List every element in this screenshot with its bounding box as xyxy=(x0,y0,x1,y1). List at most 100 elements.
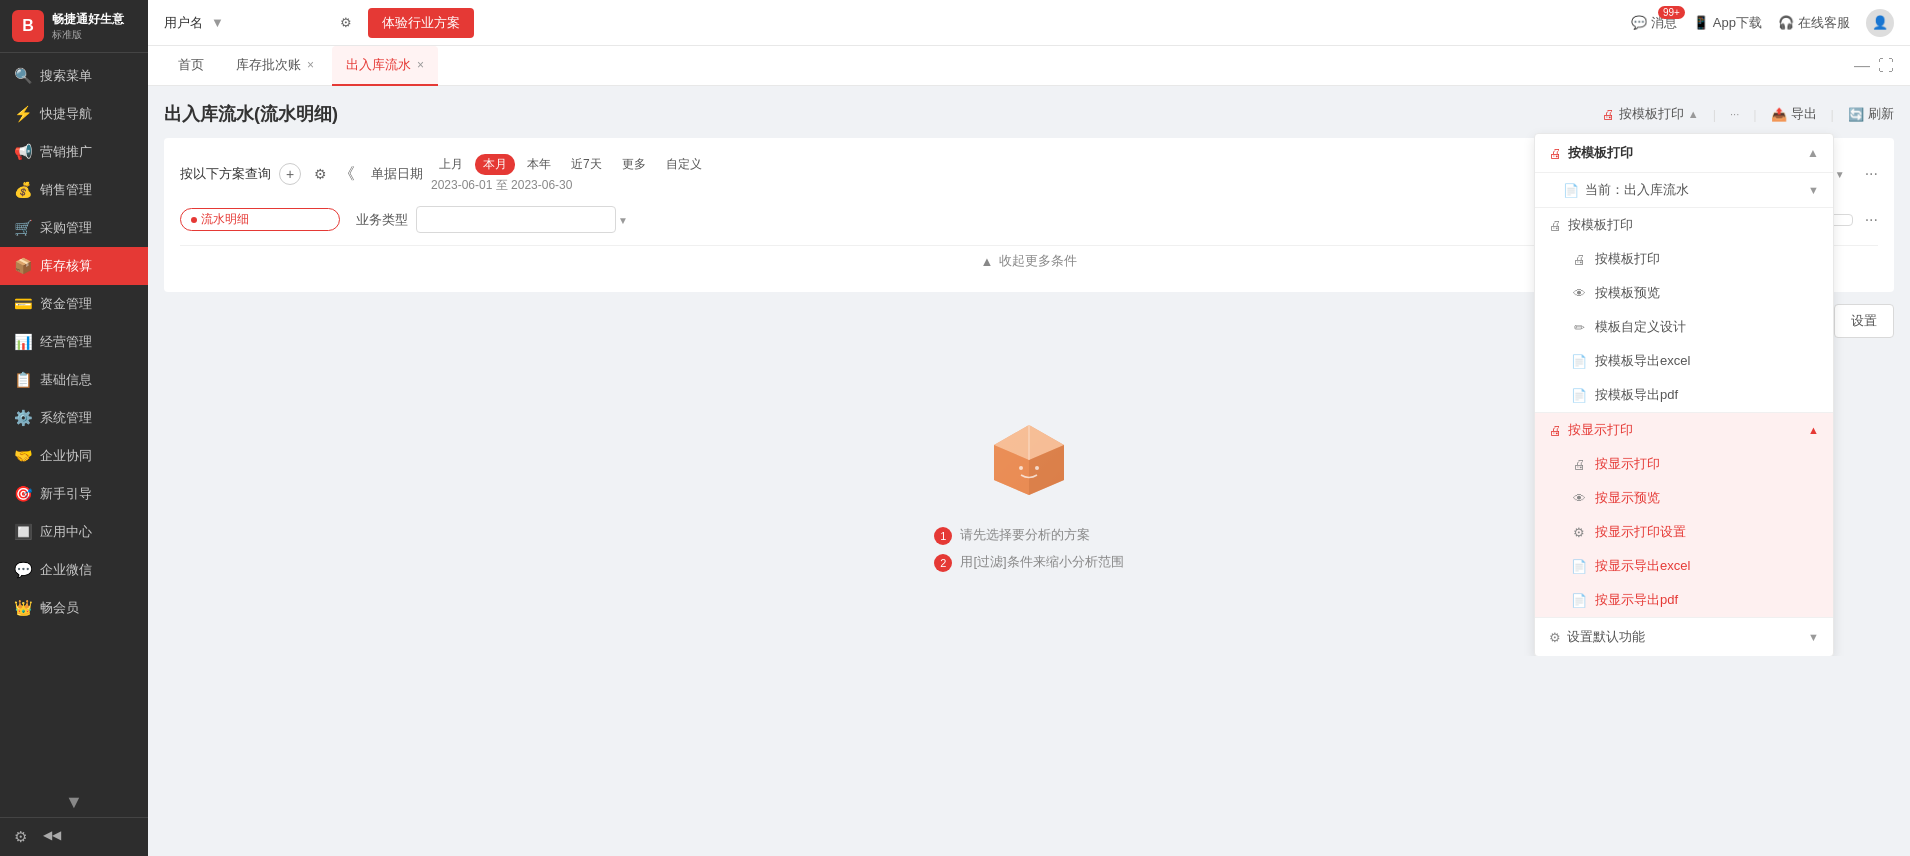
template-print-section-icon: 🖨 xyxy=(1549,218,1562,233)
template-print-item-4-icon: 📄 xyxy=(1571,387,1587,403)
export-btn[interactable]: 📤 导出 xyxy=(1771,105,1817,123)
print-dropdown-title: 🖨 按模板打印 xyxy=(1549,144,1633,162)
tab-batch-account[interactable]: 库存批次账 × xyxy=(222,46,328,86)
date-opt-7days[interactable]: 近7天 xyxy=(563,154,610,175)
print-dropdown-title-text: 按模板打印 xyxy=(1568,144,1633,162)
date-opt-last-month[interactable]: 上月 xyxy=(431,154,471,175)
sidebar-scroll-down-icon[interactable]: ▼ xyxy=(65,792,83,813)
date-opt-custom[interactable]: 自定义 xyxy=(658,154,710,175)
tab-bar: 首页 库存批次账 × 出入库流水 × — ⛶ xyxy=(148,46,1910,86)
tab-flow[interactable]: 出入库流水 × xyxy=(332,46,438,86)
settings-button[interactable]: 设置 xyxy=(1834,304,1894,338)
message-btn[interactable]: 💬 消息 99+ xyxy=(1631,14,1677,32)
svg-point-5 xyxy=(1019,466,1023,470)
flow-detail-tag[interactable]: 流水明细 xyxy=(180,208,340,231)
settings-icon[interactable]: ⚙ xyxy=(14,828,27,846)
filter-config-btn[interactable]: ⚙ xyxy=(309,163,331,185)
sidebar-item-apps[interactable]: 🔲 应用中心 xyxy=(0,513,148,551)
date-opt-this-year[interactable]: 本年 xyxy=(519,154,559,175)
sidebar-item-basic[interactable]: 📋 基础信息 xyxy=(0,361,148,399)
refresh-icon: 🔄 xyxy=(1848,107,1864,122)
display-print-item-1[interactable]: 👁 按显示预览 xyxy=(1535,481,1833,515)
refresh-btn[interactable]: 🔄 刷新 xyxy=(1848,105,1894,123)
set-default-label[interactable]: 设置默认功能 xyxy=(1567,628,1645,646)
template-print-item-4[interactable]: 📄 按模板导出pdf xyxy=(1535,378,1833,412)
sidebar-item-newbie[interactable]: 🎯 新手引导 xyxy=(0,475,148,513)
customer-service-label: 在线客服 xyxy=(1798,14,1850,32)
template-print-item-4-label: 按模板导出pdf xyxy=(1595,386,1678,404)
template-print-item-1[interactable]: 👁 按模板预览 xyxy=(1535,276,1833,310)
print-dropdown-icon: 🖨 xyxy=(1549,146,1562,161)
template-print-section-label: 按模板打印 xyxy=(1568,216,1633,234)
filter-add-btn[interactable]: + xyxy=(279,163,301,185)
print-dropdown-header: 🖨 按模板打印 ▲ xyxy=(1535,134,1833,173)
sidebar-item-operations[interactable]: 📊 经营管理 xyxy=(0,323,148,361)
app-header: 用户名 ▼ ⚙ 体验行业方案 💬 消息 99+ 📱 App下载 🎧 xyxy=(148,0,1910,46)
print-dropdown-arrow[interactable]: ▲ xyxy=(1688,108,1699,120)
template-print-item-2-label: 模板自定义设计 xyxy=(1595,318,1686,336)
template-print-item-0[interactable]: 🖨 按模板打印 xyxy=(1535,242,1833,276)
display-print-collapse-icon[interactable]: ▲ xyxy=(1808,424,1819,436)
template-print-item-3[interactable]: 📄 按模板导出excel xyxy=(1535,344,1833,378)
sep1: | xyxy=(1713,107,1716,122)
date-options-group: 上月 本月 本年 近7天 更多 自定义 2023-06-01 至 2023-06… xyxy=(431,154,710,194)
sidebar-item-purchase[interactable]: 🛒 采购管理 xyxy=(0,209,148,247)
bill-type-more-icon[interactable]: ··· xyxy=(1865,165,1878,183)
sidebar-label-inventory: 库存核算 xyxy=(40,257,92,275)
date-opt-more[interactable]: 更多 xyxy=(614,154,654,175)
date-opt-this-month[interactable]: 本月 xyxy=(475,154,515,175)
display-print-item-2[interactable]: ⚙ 按显示打印设置 xyxy=(1535,515,1833,549)
sidebar-item-vip[interactable]: 👑 畅会员 xyxy=(0,589,148,627)
sidebar-nav: 🔍 搜索菜单 ⚡ 快捷导航 📢 营销推广 💰 销售管理 🛒 采购管理 📦 库存核… xyxy=(0,53,148,788)
sidebar-icon-sales: 💰 xyxy=(14,181,32,199)
more-icon[interactable]: ··· xyxy=(1730,108,1739,120)
warehouse-more-icon[interactable]: ··· xyxy=(1865,211,1878,229)
current-template-arrow[interactable]: ▼ xyxy=(1808,184,1819,196)
sidebar-item-system[interactable]: ⚙️ 系统管理 xyxy=(0,399,148,437)
sidebar-item-sales[interactable]: 💰 销售管理 xyxy=(0,171,148,209)
app-logo-icon: B xyxy=(12,10,44,42)
sidebar-item-collab[interactable]: 🤝 企业协同 xyxy=(0,437,148,475)
display-print-item-4[interactable]: 📄 按显示导出pdf xyxy=(1535,583,1833,617)
trial-button[interactable]: 体验行业方案 xyxy=(368,8,474,38)
sidebar-item-inventory[interactable]: 📦 库存核算 xyxy=(0,247,148,285)
avatar[interactable]: 👤 xyxy=(1866,9,1894,37)
app-version: 标准版 xyxy=(52,28,124,42)
display-print-item-3[interactable]: 📄 按显示导出excel xyxy=(1535,549,1833,583)
display-print-item-0[interactable]: 🖨 按显示打印 xyxy=(1535,447,1833,481)
sidebar-item-marketing[interactable]: 📢 营销推广 xyxy=(0,133,148,171)
template-print-item-2-icon: ✏ xyxy=(1571,319,1587,335)
sidebar-icon-search: 🔍 xyxy=(14,67,32,85)
print-template-btn[interactable]: 🖨 按模板打印 ▲ xyxy=(1602,105,1699,123)
display-print-item-3-icon: 📄 xyxy=(1571,558,1587,574)
template-print-header: 🖨 按模板打印 xyxy=(1535,208,1833,242)
business-type-select[interactable] xyxy=(416,206,616,233)
filter-collapse-btn[interactable]: 《 xyxy=(339,164,355,185)
header-left: 用户名 ▼ ⚙ 体验行业方案 xyxy=(164,8,1619,38)
tab-flow-close-icon[interactable]: × xyxy=(417,58,424,72)
template-print-item-2[interactable]: ✏ 模板自定义设计 xyxy=(1535,310,1833,344)
customer-service-btn[interactable]: 🎧 在线客服 xyxy=(1778,14,1850,32)
sidebar-item-finance[interactable]: 💳 资金管理 xyxy=(0,285,148,323)
page-title: 出入库流水(流水明细) xyxy=(164,102,338,126)
sidebar-item-quick-nav[interactable]: ⚡ 快捷导航 xyxy=(0,95,148,133)
window-maximize-icon[interactable]: ⛶ xyxy=(1878,57,1894,75)
tab-home[interactable]: 首页 xyxy=(164,46,218,86)
collapse-sidebar-icon[interactable]: ◀◀ xyxy=(43,828,61,846)
tab-batch-close-icon[interactable]: × xyxy=(307,58,314,72)
page-header-row: 出入库流水(流水明细) 🖨 按模板打印 ▲ | ··· | 📤 导出 xyxy=(164,102,1894,126)
sidebar-item-search[interactable]: 🔍 搜索菜单 xyxy=(0,57,148,95)
sidebar-item-wechat[interactable]: 💬 企业微信 xyxy=(0,551,148,589)
export-icon: 📤 xyxy=(1771,107,1787,122)
collapse-label: 收起更多条件 xyxy=(999,252,1077,270)
user-dropdown-icon[interactable]: ▼ xyxy=(211,15,224,30)
date-field-label: 单据日期 xyxy=(371,165,423,183)
business-type-select-wrapper xyxy=(416,206,636,233)
header-settings-icon[interactable]: ⚙ xyxy=(332,9,360,37)
display-print-section: 🖨 按显示打印 ▲ 🖨 按显示打印 � xyxy=(1535,413,1833,617)
print-dropdown-close-arrow[interactable]: ▲ xyxy=(1807,146,1819,160)
business-type-label: 业务类型 xyxy=(356,211,408,229)
window-minimize-icon[interactable]: — xyxy=(1854,57,1870,75)
display-print-item-2-icon: ⚙ xyxy=(1571,524,1587,540)
app-download-btn[interactable]: 📱 App下载 xyxy=(1693,14,1762,32)
